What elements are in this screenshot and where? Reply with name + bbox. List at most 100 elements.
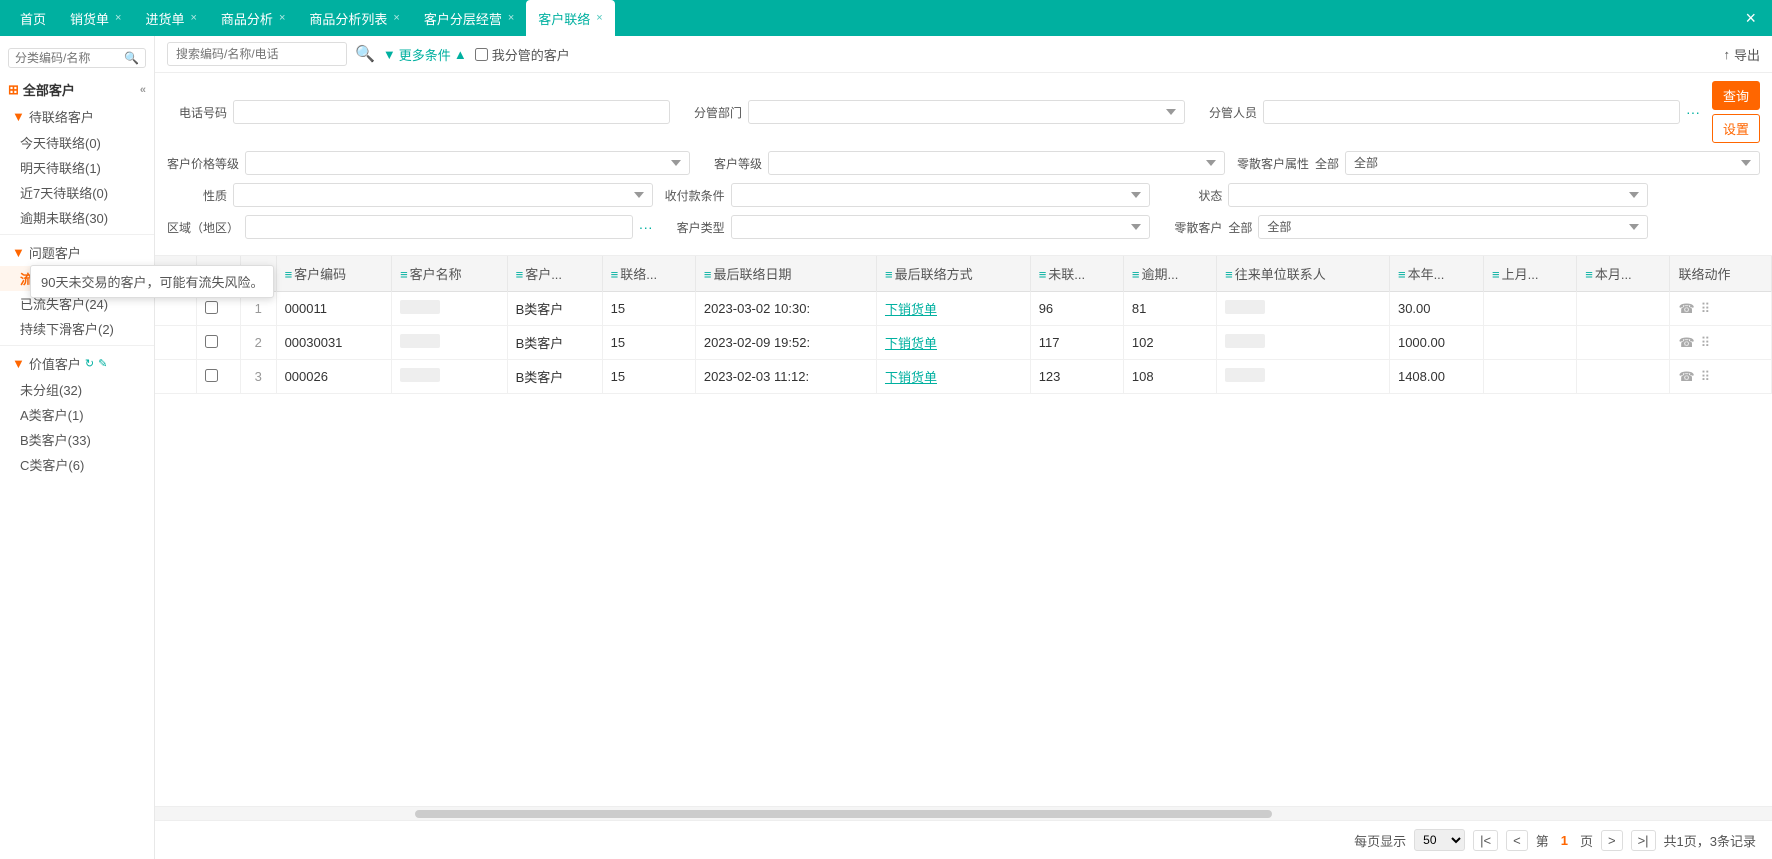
my-customer-checkbox[interactable] xyxy=(475,48,488,61)
sidebar-section-problem[interactable]: ▼ 问题客户 xyxy=(0,239,154,266)
row-checkbox-input[interactable] xyxy=(205,369,218,382)
action-more-icon[interactable]: ⠿ xyxy=(1701,301,1711,317)
close-icon[interactable]: × xyxy=(393,12,399,24)
close-icon[interactable]: × xyxy=(279,12,285,24)
current-page: 1 xyxy=(1557,831,1572,850)
filter-input-person[interactable] xyxy=(1263,100,1680,124)
filter-label-status: 状态 xyxy=(1162,187,1222,204)
row-code: 00030031 xyxy=(276,326,392,360)
action-phone-icon[interactable]: ☎ xyxy=(1678,335,1694,351)
sidebar-section-pending[interactable]: ▼ 待联络客户 xyxy=(0,103,154,130)
prev-page-button[interactable]: < xyxy=(1506,830,1528,851)
settings-button[interactable]: 设置 xyxy=(1712,114,1760,143)
close-icon[interactable]: × xyxy=(190,12,196,24)
filter-select-dept[interactable] xyxy=(748,100,1185,124)
action-phone-icon[interactable]: ☎ xyxy=(1678,301,1694,317)
nav-tab-analysis-list[interactable]: 商品分析列表 × xyxy=(297,0,411,36)
nav-tab-analysis[interactable]: 商品分析 × xyxy=(209,0,297,36)
row-checkbox-input[interactable] xyxy=(205,301,218,314)
row-last-way[interactable]: 下销货单 xyxy=(876,360,1030,394)
row-type: B类客户 xyxy=(507,292,602,326)
nav-tab-customer-contact[interactable]: 客户联络 × xyxy=(526,0,614,36)
scrollbar-thumb[interactable] xyxy=(415,810,1272,818)
sidebar-item-overdue[interactable]: 逾期未联络(30) xyxy=(0,205,154,230)
row-this-year: 30.00 xyxy=(1389,292,1483,326)
col-last-month[interactable]: ≡上月... xyxy=(1484,256,1577,292)
action-more-icon[interactable]: ⠿ xyxy=(1701,335,1711,351)
close-icon[interactable]: × xyxy=(115,12,121,24)
row-name xyxy=(392,360,508,394)
search-button[interactable]: 🔍 xyxy=(355,44,375,64)
row-last-date: 2023-02-03 11:12: xyxy=(695,360,876,394)
col-action: 联络动作 xyxy=(1670,256,1772,292)
filter-input-phone[interactable] xyxy=(233,100,670,124)
horizontal-scrollbar[interactable] xyxy=(155,806,1772,820)
filter-select-nature[interactable] xyxy=(233,183,653,207)
nav-tab-customer-layers[interactable]: 客户分层经营 × xyxy=(412,0,526,36)
filter-select-customer-type[interactable] xyxy=(731,215,1151,239)
filter-panel: 电话号码 分管部门 分管人员 ··· 查询 xyxy=(155,73,1772,256)
sidebar-item-ungroup[interactable]: 未分组(32) xyxy=(0,377,154,402)
col-last-way[interactable]: ≡最后联络方式 xyxy=(876,256,1030,292)
sidebar-item-7days[interactable]: 近7天待联络(0) xyxy=(0,180,154,205)
more-filter-button[interactable]: ▼ 更多条件 ▲ xyxy=(383,45,467,64)
sidebar-item-class-a[interactable]: A类客户(1) xyxy=(0,402,154,427)
per-page-select[interactable]: 50 100 200 xyxy=(1414,829,1465,851)
filter-select-status[interactable] xyxy=(1228,183,1648,207)
filter-label-phone: 电话号码 xyxy=(167,104,227,121)
col-contact[interactable]: ≡联络... xyxy=(602,256,695,292)
filter-select-payment[interactable] xyxy=(731,183,1151,207)
sidebar-item-declining[interactable]: 持续下滑客户(2) xyxy=(0,316,154,341)
export-button[interactable]: ↑ 导出 xyxy=(1723,45,1760,64)
region-more-icon[interactable]: ··· xyxy=(639,219,653,235)
filter-label-person: 分管人员 xyxy=(1197,104,1257,121)
filter-input-region[interactable] xyxy=(245,215,633,239)
nav-tab-home[interactable]: 首页 xyxy=(8,0,58,36)
row-overdue: 102 xyxy=(1123,326,1216,360)
row-checkbox-input[interactable] xyxy=(205,335,218,348)
close-icon[interactable]: × xyxy=(508,12,514,24)
next-page-button[interactable]: > xyxy=(1601,830,1623,851)
action-more-icon[interactable]: ⠿ xyxy=(1701,369,1711,385)
row-settings xyxy=(155,326,196,360)
sidebar-search-input[interactable] xyxy=(15,51,124,65)
col-this-year[interactable]: ≡本年... xyxy=(1389,256,1483,292)
edit-icon[interactable]: ✎ xyxy=(98,357,107,370)
col-type[interactable]: ≡客户... xyxy=(507,256,602,292)
col-overdue[interactable]: ≡逾期... xyxy=(1123,256,1216,292)
nav-tab-sales[interactable]: 销货单 × xyxy=(58,0,133,36)
first-page-button[interactable]: |< xyxy=(1473,830,1498,851)
sidebar-item-today[interactable]: 今天待联络(0) xyxy=(0,130,154,155)
filter-select-customer-level[interactable] xyxy=(768,151,1225,175)
filter-item-customer-type: 客户类型 xyxy=(665,215,1151,239)
sidebar-item-class-b[interactable]: B类客户(33) xyxy=(0,427,154,452)
sidebar-item-tomorrow[interactable]: 明天待联络(1) xyxy=(0,155,154,180)
sidebar-item-class-c[interactable]: C类客户(6) xyxy=(0,452,154,477)
my-customer-checkbox-label[interactable]: 我分管的客户 xyxy=(475,45,570,64)
sidebar-all-customers[interactable]: ⊞ 全部客户 « xyxy=(0,76,154,103)
arrow-icon: ▼ xyxy=(12,245,25,260)
more-icon[interactable]: ··· xyxy=(1686,104,1700,120)
window-close-button[interactable]: × xyxy=(1737,8,1764,29)
col-last-date[interactable]: ≡最后联络日期 xyxy=(695,256,876,292)
col-unit-contact[interactable]: ≡往来单位联系人 xyxy=(1217,256,1390,292)
row-last-way[interactable]: 下销货单 xyxy=(876,292,1030,326)
col-code[interactable]: ≡客户编码 xyxy=(276,256,392,292)
nav-tab-purchase[interactable]: 进货单 × xyxy=(133,0,208,36)
row-last-way[interactable]: 下销货单 xyxy=(876,326,1030,360)
row-this-year: 1408.00 xyxy=(1389,360,1483,394)
col-uncontact[interactable]: ≡未联... xyxy=(1030,256,1123,292)
last-page-button[interactable]: >| xyxy=(1631,830,1656,851)
filter-select-scatter-attr[interactable]: 全部 xyxy=(1345,151,1760,175)
row-code: 000011 xyxy=(276,292,392,326)
filter-select-scatter[interactable]: 全部 xyxy=(1258,215,1648,239)
refresh-icon[interactable]: ↻ xyxy=(85,357,94,370)
search-input[interactable] xyxy=(167,42,347,66)
query-button[interactable]: 查询 xyxy=(1712,81,1760,110)
close-icon[interactable]: × xyxy=(596,12,602,24)
col-this-month[interactable]: ≡本月... xyxy=(1577,256,1670,292)
filter-select-price-level[interactable] xyxy=(245,151,690,175)
action-phone-icon[interactable]: ☎ xyxy=(1678,369,1694,385)
col-name[interactable]: ≡客户名称 xyxy=(392,256,508,292)
sidebar-section-value[interactable]: ▼ 价值客户 ↻ ✎ xyxy=(0,350,154,377)
